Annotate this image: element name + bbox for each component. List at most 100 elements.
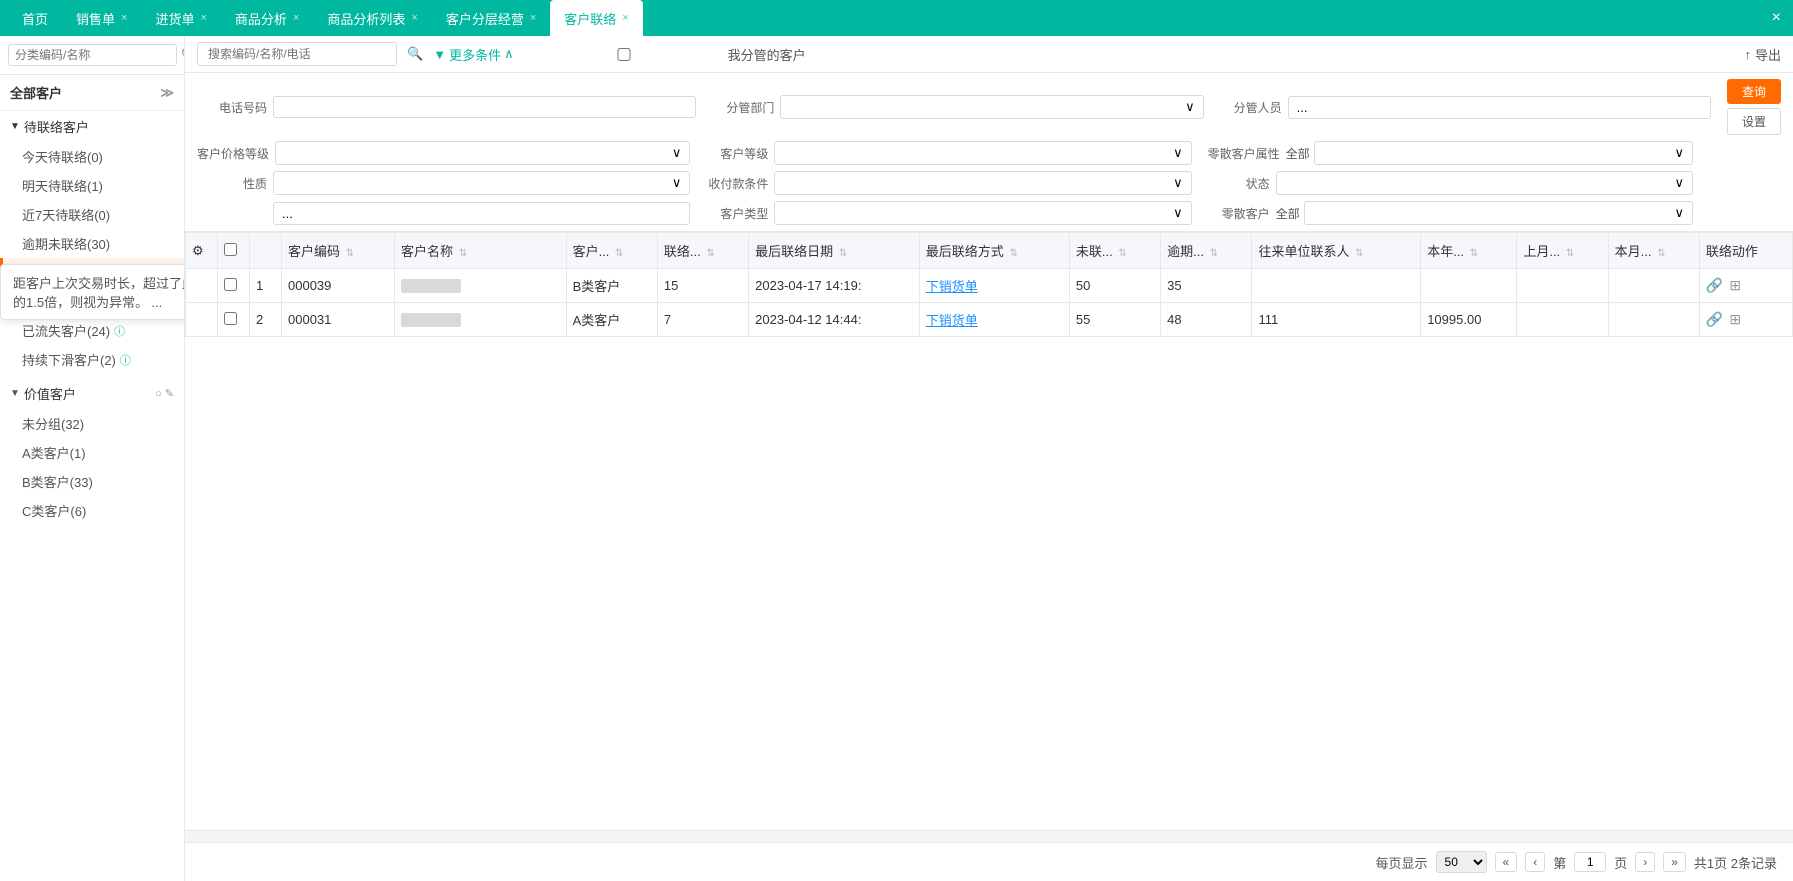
sidebar-search-input[interactable] [8, 44, 177, 66]
row1-last-method-link[interactable]: 下销货单 [926, 279, 978, 294]
sort-type-icon: ⇅ [615, 248, 623, 259]
col-uncontacted[interactable]: 未联... ⇅ [1069, 233, 1160, 269]
sidebar-group-pending-title[interactable]: ▼ 待联络客户 [0, 111, 184, 142]
col-last-date[interactable]: 最后联络日期 ⇅ [749, 233, 920, 269]
nature-label: 性质 [197, 175, 267, 192]
person-input[interactable]: ... [1288, 96, 1711, 119]
row1-checkbox[interactable] [224, 278, 237, 291]
close-sales-icon[interactable]: × [121, 12, 127, 24]
col-this-month[interactable]: 本月... ⇅ [1608, 233, 1699, 269]
sidebar-item-week[interactable]: 近7天待联络(0) [0, 200, 184, 229]
search-input[interactable] [197, 42, 397, 66]
next-page-button[interactable]: › [1635, 852, 1655, 872]
col-overdue[interactable]: 逾期... ⇅ [1161, 233, 1252, 269]
pending-group-label: 待联络客户 [24, 117, 89, 136]
tab-purchase[interactable]: 进货单 × [141, 0, 220, 36]
retail-attr-select[interactable]: ∨ [1314, 141, 1693, 165]
col-code[interactable]: 客户编码 ⇅ [282, 233, 395, 269]
prev-page-button[interactable]: ‹ [1525, 852, 1545, 872]
col-unit-contacts[interactable]: 往来单位联系人 ⇅ [1252, 233, 1421, 269]
sidebar-item-tomorrow[interactable]: 明天待联络(1) [0, 171, 184, 200]
row2-action-link-icon[interactable]: 🔗 [1706, 311, 1723, 328]
close-product-analysis-icon[interactable]: × [293, 12, 299, 24]
row1-action-grid-icon[interactable]: ⊞ [1729, 277, 1741, 294]
col-contact[interactable]: 联络... ⇅ [657, 233, 748, 269]
tab-home-label: 首页 [22, 9, 48, 28]
row2-overdue: 48 [1161, 303, 1252, 337]
sort-this-year-icon: ⇅ [1470, 248, 1478, 259]
my-customers-checkbox[interactable] [524, 48, 724, 61]
close-customer-contact-icon[interactable]: × [622, 12, 628, 24]
price-level-select[interactable]: ∨ [275, 141, 690, 165]
row1-type: B类客户 [566, 269, 657, 303]
close-purchase-icon[interactable]: × [200, 12, 206, 24]
info-icon-3: ⓘ [120, 352, 131, 368]
sort-code-icon: ⇅ [346, 248, 354, 259]
sidebar-item-class-c[interactable]: C类客户(6) [0, 496, 184, 525]
retail-attr-label: 零散客户属性 [1200, 145, 1280, 162]
sidebar-item-churned[interactable]: 已流失客户(24) ⓘ [0, 316, 184, 345]
sidebar-item-today[interactable]: 今天待联络(0) [0, 142, 184, 171]
dept-select[interactable]: ∨ [780, 95, 1203, 119]
sidebar-search-icon[interactable]: 🔍 [181, 47, 185, 63]
sidebar-item-declining[interactable]: 持续下滑客户(2) ⓘ [0, 345, 184, 374]
col-type[interactable]: 客户... ⇅ [566, 233, 657, 269]
sidebar-all-customers-label: 全部客户 [10, 83, 62, 102]
sidebar-collapse-icon[interactable]: ≫ [160, 85, 174, 101]
sidebar-value-group-header: ▼ 价值客户 ○ ✎ [0, 378, 184, 409]
settings-button[interactable]: 设置 [1727, 108, 1781, 135]
value-group-edit-icons[interactable]: ○ ✎ [155, 387, 174, 400]
col-name[interactable]: 客户名称 ⇅ [395, 233, 567, 269]
col-last-method[interactable]: 最后联络方式 ⇅ [919, 233, 1069, 269]
filter-icon: ▼ [433, 47, 446, 62]
horizontal-scrollbar[interactable] [185, 830, 1793, 842]
sidebar-item-overdue[interactable]: 逾期未联络(30) [0, 229, 184, 258]
row1-last-method: 下销货单 [919, 269, 1069, 303]
sidebar-item-class-a[interactable]: A类客户(1) [0, 438, 184, 467]
tab-product-analysis[interactable]: 商品分析 × [221, 0, 313, 36]
sort-last-month-icon: ⇅ [1566, 248, 1574, 259]
last-page-button[interactable]: » [1663, 852, 1686, 872]
export-icon: ↑ [1744, 47, 1751, 62]
tab-home[interactable]: 首页 [8, 0, 62, 36]
retail-customer-select[interactable]: ∨ [1304, 201, 1693, 225]
tab-customer-tier-label: 客户分层经营 [446, 9, 524, 28]
row2-checkbox[interactable] [224, 312, 237, 325]
extra-field-dots[interactable]: ... [273, 202, 690, 225]
row2-last-method-link[interactable]: 下销货单 [926, 313, 978, 328]
tab-customer-tier[interactable]: 客户分层经营 × [432, 0, 550, 36]
col-settings[interactable]: ⚙ [186, 233, 218, 269]
sidebar-item-class-b[interactable]: B类客户(33) [0, 467, 184, 496]
per-page-select[interactable]: 50 20 100 [1436, 851, 1487, 873]
nature-select[interactable]: ∨ [273, 171, 690, 195]
tab-product-list[interactable]: 商品分析列表 × [313, 0, 431, 36]
close-customer-tier-icon[interactable]: × [530, 12, 536, 24]
select-all-checkbox[interactable] [224, 243, 237, 256]
row1-action-link-icon[interactable]: 🔗 [1706, 277, 1723, 294]
phone-input[interactable] [273, 96, 696, 118]
tab-sales[interactable]: 销售单 × [62, 0, 141, 36]
first-page-button[interactable]: « [1495, 852, 1518, 872]
col-last-month[interactable]: 上月... ⇅ [1517, 233, 1608, 269]
row1-overdue: 35 [1161, 269, 1252, 303]
page-number-input[interactable] [1574, 852, 1606, 872]
customer-type-select[interactable]: ∨ [774, 201, 1191, 225]
tab-customer-contact[interactable]: 客户联络 × [550, 0, 642, 36]
more-conditions-button[interactable]: ▼ 更多条件 ∧ [433, 45, 513, 64]
page-unit: 页 [1614, 853, 1627, 872]
sidebar: 🔍 全部客户 ≫ ▼ 待联络客户 今天待联络(0) 明天待联络(1) 近7天待联… [0, 36, 185, 881]
close-all-button[interactable]: × [1772, 9, 1781, 27]
filter-row-3: 性质 ∨ 收付款条件 ∨ 状态 ∨ [197, 171, 1781, 195]
retail-customer-label: 零散客户 [1200, 205, 1270, 222]
row2-action-grid-icon[interactable]: ⊞ [1729, 311, 1741, 328]
export-button[interactable]: ↑ 导出 [1744, 45, 1781, 64]
sidebar-item-ungrouped[interactable]: 未分组(32) [0, 409, 184, 438]
payment-select[interactable]: ∨ [774, 171, 1191, 195]
filter-search-icon[interactable]: 🔍 [407, 46, 423, 62]
customer-level-select[interactable]: ∨ [774, 141, 1191, 165]
query-button[interactable]: 查询 [1727, 79, 1781, 104]
row1-code: 000039 [282, 269, 395, 303]
status-select[interactable]: ∨ [1276, 171, 1693, 195]
col-this-year[interactable]: 本年... ⇅ [1421, 233, 1517, 269]
close-product-list-icon[interactable]: × [411, 12, 417, 24]
